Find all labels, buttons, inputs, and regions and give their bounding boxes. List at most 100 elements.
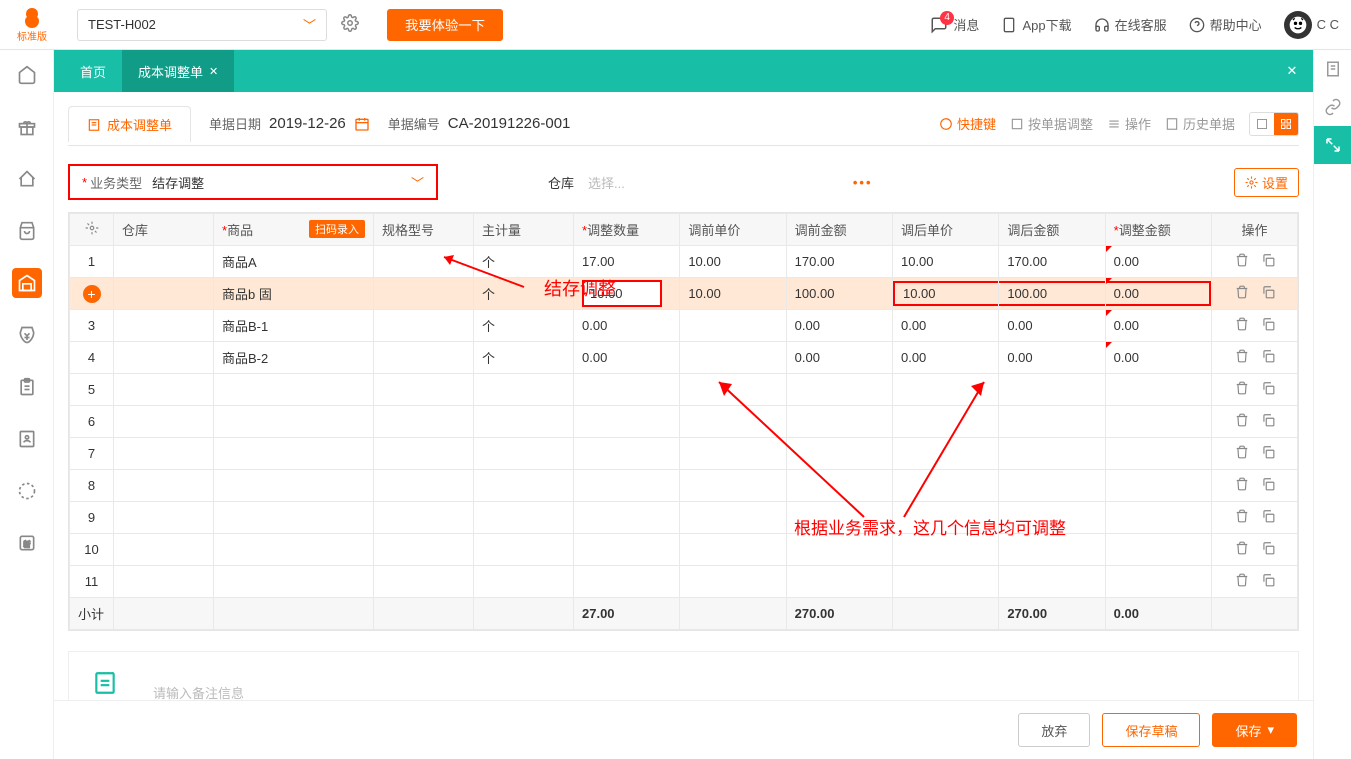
app-download-button[interactable]: App下载 bbox=[1001, 15, 1071, 34]
delete-icon[interactable] bbox=[1235, 317, 1249, 334]
cell-product[interactable] bbox=[214, 470, 374, 502]
nav-bag-icon[interactable] bbox=[12, 216, 42, 246]
cell-qty[interactable] bbox=[574, 470, 680, 502]
post-amt-input[interactable]: 100.00 bbox=[999, 281, 1104, 306]
copy-icon[interactable] bbox=[1261, 445, 1275, 462]
col-gear[interactable] bbox=[70, 214, 114, 246]
cell-product[interactable] bbox=[214, 566, 374, 598]
cell-post-price[interactable] bbox=[892, 374, 998, 406]
cell-product[interactable] bbox=[214, 438, 374, 470]
close-icon[interactable]: ✕ bbox=[209, 65, 218, 78]
cell-adj[interactable]: 0.00 bbox=[1105, 310, 1211, 342]
cell-qty[interactable]: 0.00 bbox=[574, 342, 680, 374]
cell-product[interactable]: 商品A bbox=[214, 246, 374, 278]
delete-icon[interactable] bbox=[1235, 541, 1249, 558]
cell-post-amt[interactable] bbox=[999, 534, 1105, 566]
tab-cost-adjustment[interactable]: 成本调整单 ✕ bbox=[122, 50, 234, 92]
calendar-icon[interactable] bbox=[354, 116, 370, 132]
tenant-select[interactable]: TEST-H002 ﹀ bbox=[77, 9, 327, 41]
cell-post-amt[interactable]: 100.00 bbox=[999, 278, 1105, 310]
cell-warehouse[interactable] bbox=[114, 278, 214, 310]
copy-icon[interactable] bbox=[1261, 477, 1275, 494]
cell-adj[interactable] bbox=[1105, 406, 1211, 438]
view-detail-icon[interactable] bbox=[1250, 113, 1274, 135]
copy-icon[interactable] bbox=[1261, 317, 1275, 334]
copy-icon[interactable] bbox=[1261, 573, 1275, 590]
cell-adj[interactable]: 0.00 bbox=[1105, 246, 1211, 278]
cell-post-price[interactable] bbox=[892, 534, 998, 566]
cell-spec[interactable] bbox=[374, 246, 474, 278]
copy-icon[interactable] bbox=[1261, 285, 1275, 302]
cell-adj[interactable] bbox=[1105, 374, 1211, 406]
cell-post-price[interactable] bbox=[892, 566, 998, 598]
cell-warehouse[interactable] bbox=[114, 406, 214, 438]
nav-home-icon[interactable] bbox=[12, 60, 42, 90]
table-row[interactable]: 5 bbox=[70, 374, 1298, 406]
tab-home[interactable]: 首页 bbox=[64, 50, 122, 92]
cell-spec[interactable] bbox=[374, 566, 474, 598]
cell-post-amt[interactable] bbox=[999, 566, 1105, 598]
delete-icon[interactable] bbox=[1235, 509, 1249, 526]
cell-qty[interactable] bbox=[574, 566, 680, 598]
cell-adj[interactable] bbox=[1105, 534, 1211, 566]
nav-warehouse-icon[interactable] bbox=[12, 268, 42, 298]
warehouse-select[interactable]: 仓库 选择... ••• bbox=[548, 173, 873, 192]
scan-input-tag[interactable]: 扫码录入 bbox=[309, 220, 365, 238]
service-button[interactable]: 在线客服 bbox=[1094, 15, 1167, 34]
delete-icon[interactable] bbox=[1235, 573, 1249, 590]
delete-icon[interactable] bbox=[1235, 413, 1249, 430]
cell-spec[interactable] bbox=[374, 374, 474, 406]
cell-post-price[interactable] bbox=[892, 438, 998, 470]
cell-product[interactable] bbox=[214, 374, 374, 406]
cell-post-price[interactable] bbox=[892, 502, 998, 534]
delete-icon[interactable] bbox=[1235, 253, 1249, 270]
cell-post-amt[interactable] bbox=[999, 406, 1105, 438]
close-all-tabs-icon[interactable]: ✕ bbox=[1271, 50, 1313, 92]
table-row[interactable]: 8 bbox=[70, 470, 1298, 502]
logo[interactable]: 标准版 bbox=[12, 6, 52, 43]
save-draft-button[interactable]: 保存草稿 bbox=[1102, 713, 1200, 747]
nav-gift-icon[interactable] bbox=[12, 112, 42, 142]
cell-qty[interactable] bbox=[574, 534, 680, 566]
table-row[interactable]: +商品b 固个10.0010.00100.0010.00100.000.00 bbox=[70, 278, 1298, 310]
copy-icon[interactable] bbox=[1261, 541, 1275, 558]
cell-post-price[interactable] bbox=[892, 406, 998, 438]
cell-spec[interactable] bbox=[374, 278, 474, 310]
cell-product[interactable]: 商品b 固 bbox=[214, 278, 374, 310]
table-row[interactable]: 3商品B-1个0.000.000.000.000.00 bbox=[70, 310, 1298, 342]
cell-post-price[interactable]: 0.00 bbox=[892, 342, 998, 374]
cell-adj[interactable]: 0.00 bbox=[1105, 278, 1211, 310]
cell-warehouse[interactable] bbox=[114, 342, 214, 374]
copy-icon[interactable] bbox=[1261, 509, 1275, 526]
copy-icon[interactable] bbox=[1261, 349, 1275, 366]
note-icon[interactable] bbox=[1314, 50, 1351, 88]
shortcut-button[interactable]: 快捷键 bbox=[939, 114, 996, 133]
cell-adj[interactable] bbox=[1105, 438, 1211, 470]
date-value[interactable]: 2019-12-26 bbox=[269, 115, 346, 132]
cell-product[interactable]: 商品B-1 bbox=[214, 310, 374, 342]
cell-product[interactable] bbox=[214, 534, 374, 566]
cell-qty[interactable] bbox=[574, 406, 680, 438]
cell-warehouse[interactable] bbox=[114, 310, 214, 342]
cell-spec[interactable] bbox=[374, 310, 474, 342]
cell-qty[interactable]: 10.00 bbox=[574, 278, 680, 310]
cell-product[interactable] bbox=[214, 502, 374, 534]
cell-warehouse[interactable] bbox=[114, 374, 214, 406]
history-button[interactable]: 历史单据 bbox=[1165, 114, 1235, 133]
delete-icon[interactable] bbox=[1235, 349, 1249, 366]
cell-qty[interactable]: 17.00 bbox=[574, 246, 680, 278]
discard-button[interactable]: 放弃 bbox=[1018, 713, 1090, 747]
cell-post-price[interactable]: 0.00 bbox=[892, 310, 998, 342]
cell-post-amt[interactable]: 170.00 bbox=[999, 246, 1105, 278]
cell-qty[interactable] bbox=[574, 438, 680, 470]
nav-upload-icon[interactable] bbox=[12, 164, 42, 194]
adj-input[interactable]: 0.00 bbox=[1106, 281, 1211, 306]
cell-post-amt[interactable]: 0.00 bbox=[999, 342, 1105, 374]
link-icon[interactable] bbox=[1314, 88, 1351, 126]
remarks-input[interactable] bbox=[153, 686, 1286, 700]
table-row[interactable]: 6 bbox=[70, 406, 1298, 438]
cell-post-amt[interactable] bbox=[999, 438, 1105, 470]
nav-clipboard-icon[interactable] bbox=[12, 372, 42, 402]
cell-adj[interactable]: 0.00 bbox=[1105, 342, 1211, 374]
trial-button[interactable]: 我要体验一下 bbox=[387, 9, 503, 41]
